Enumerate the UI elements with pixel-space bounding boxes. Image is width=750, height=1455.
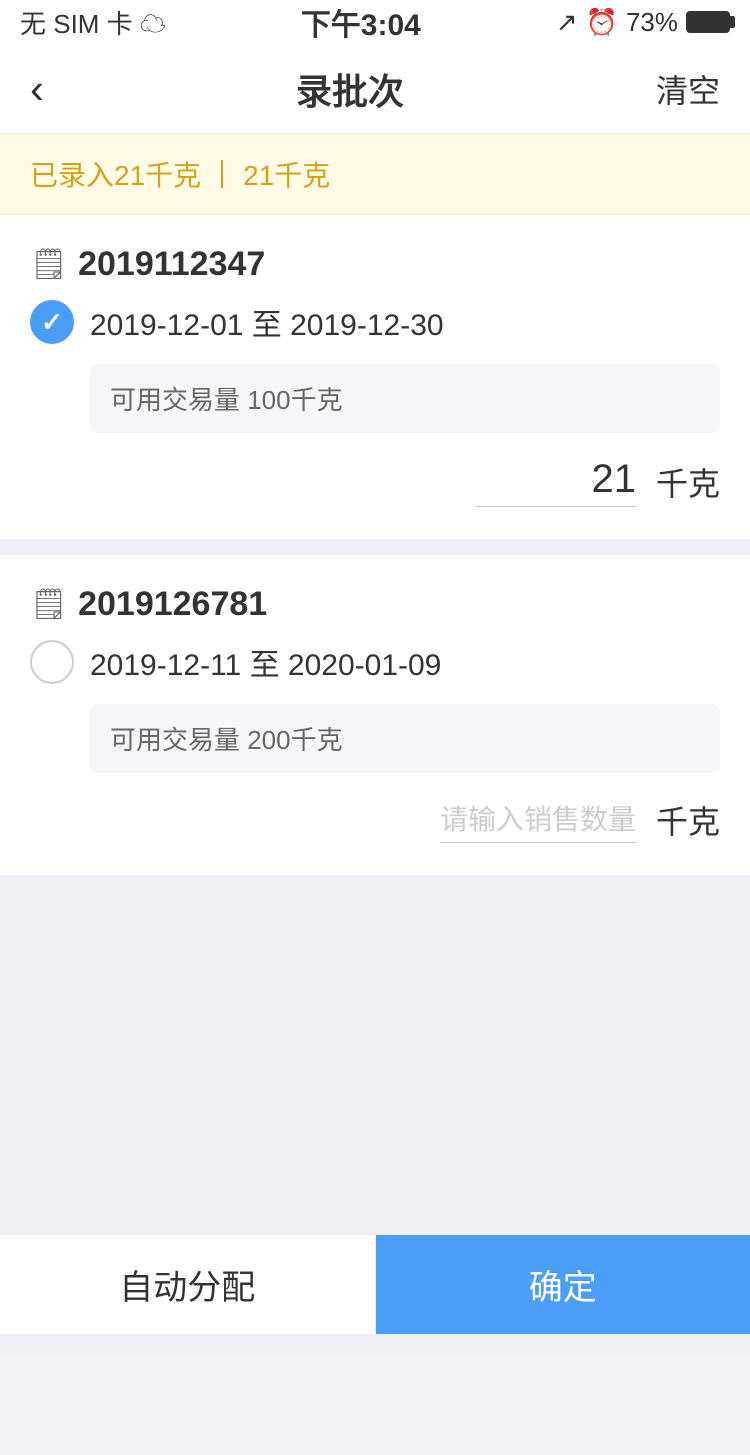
- batch-date-1: 2019-12-01 至 2019-12-30: [90, 300, 444, 344]
- qty-input-row-1: 21 千克: [0, 433, 750, 523]
- batch-bottom-pad-1: [0, 523, 750, 539]
- batch-id-1: 2019112347: [78, 245, 265, 284]
- batch-item-2: 🗒 2019126781 2019-12-11 至 2020-01-09 可用交…: [0, 555, 750, 773]
- qty-value-1: 21: [591, 457, 636, 501]
- page-title: 录批次: [296, 63, 404, 115]
- battery-percent: 73%: [626, 7, 678, 38]
- batch-date-row-1[interactable]: 2019-12-01 至 2019-12-30: [30, 300, 720, 344]
- available-qty-1: 可用交易量 100千克: [90, 364, 720, 433]
- batch-icon-1: 🗒: [30, 247, 68, 282]
- qty-underline-2[interactable]: 请输入销售数量: [440, 798, 636, 843]
- radio-2[interactable]: [30, 640, 74, 684]
- status-time: 下午3:04: [301, 0, 421, 44]
- batch-header-1: 🗒 2019112347: [30, 245, 720, 284]
- recorded-label: 已录入21千克: [30, 154, 201, 194]
- status-right: ↗ ⏰ 73%: [556, 7, 730, 38]
- back-button[interactable]: ‹: [30, 65, 44, 113]
- nav-bar: ‹ 录批次 清空: [0, 44, 750, 134]
- info-divider: [221, 160, 223, 188]
- bottom-bar: 自动分配 确定: [0, 1234, 750, 1334]
- status-bar: 无 SIM 卡 ☁ 下午3:04 ↗ ⏰ 73%: [0, 0, 750, 44]
- batch-id-2: 2019126781: [78, 585, 267, 624]
- qty-input-row-2: 请输入销售数量 千克: [0, 773, 750, 859]
- location-icon: ↗: [556, 7, 578, 38]
- alarm-icon: ⏰: [586, 7, 618, 38]
- batch-icon-2: 🗒: [30, 587, 68, 622]
- info-banner: 已录入21千克 21千克: [0, 134, 750, 215]
- battery-icon: [686, 11, 730, 33]
- clear-button[interactable]: 清空: [656, 66, 720, 112]
- sim-status: 无 SIM 卡 ☁: [20, 4, 166, 41]
- batch-date-2: 2019-12-11 至 2020-01-09: [90, 640, 441, 684]
- batch-bottom-pad-2: [0, 859, 750, 875]
- batch-date-row-2[interactable]: 2019-12-11 至 2020-01-09: [30, 640, 720, 684]
- confirm-button[interactable]: 确定: [376, 1235, 750, 1334]
- radio-1[interactable]: [30, 300, 74, 344]
- status-left: 无 SIM 卡 ☁: [20, 4, 166, 41]
- auto-distribute-button[interactable]: 自动分配: [0, 1235, 376, 1334]
- qty-unit-2: 千克: [656, 797, 720, 843]
- qty-placeholder-2: 请输入销售数量: [440, 804, 636, 835]
- recorded-value: 21千克: [243, 154, 330, 194]
- available-qty-2: 可用交易量 200千克: [90, 704, 720, 773]
- batch-header-2: 🗒 2019126781: [30, 585, 720, 624]
- qty-underline-1[interactable]: 21: [476, 457, 636, 507]
- qty-unit-1: 千克: [656, 459, 720, 505]
- section-divider: [0, 539, 750, 555]
- batch-item-1: 🗒 2019112347 2019-12-01 至 2019-12-30 可用交…: [0, 215, 750, 433]
